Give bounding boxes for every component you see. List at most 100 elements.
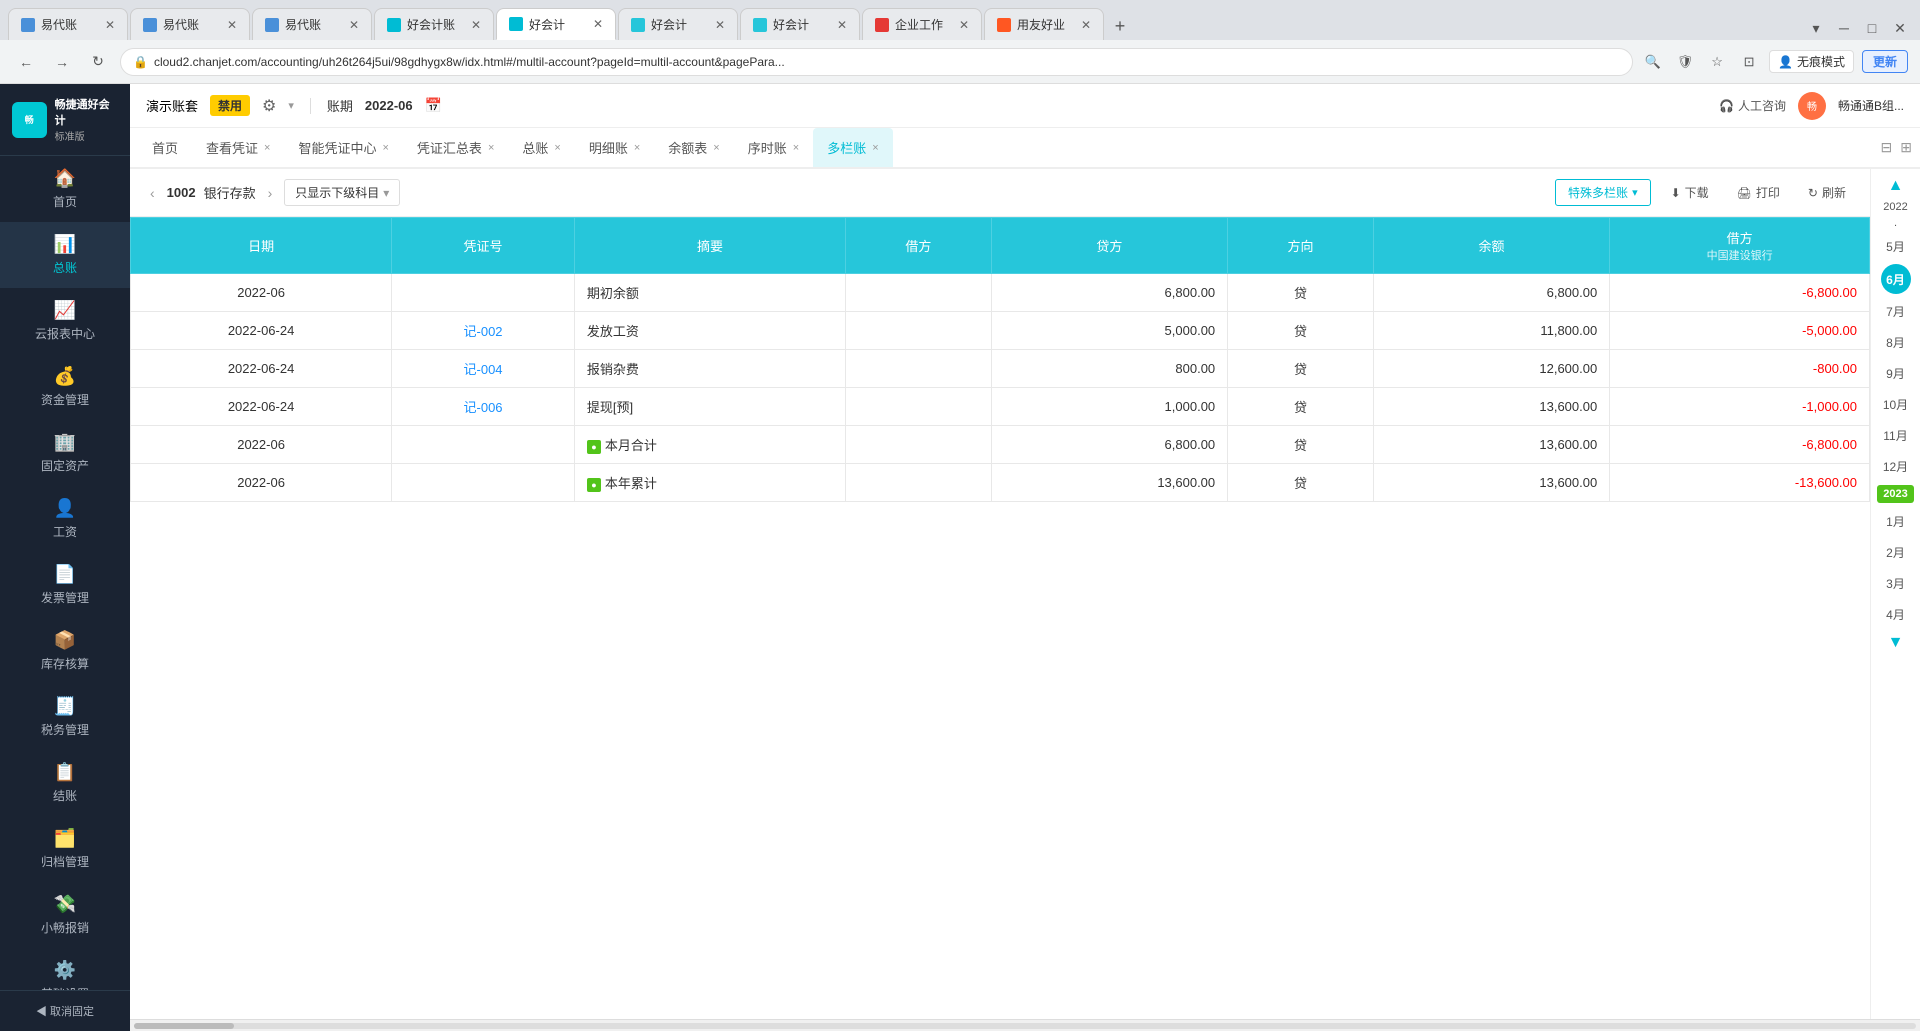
tab-voucher-summary[interactable]: 凭证汇总表 × [403, 128, 508, 169]
new-tab-button[interactable]: + [1106, 12, 1134, 40]
tab-close-1[interactable]: ✕ [227, 18, 237, 32]
tab-3[interactable]: 好会计账 ✕ [374, 8, 494, 40]
tab-general-ledger[interactable]: 总账 × [508, 128, 574, 169]
sidebar-item-tax[interactable]: 🧾 税务管理 [0, 684, 130, 750]
shield-icon[interactable]: 🛡 [1673, 50, 1697, 74]
sidebar-item-reports[interactable]: 📈 云报表中心 [0, 288, 130, 354]
tab-multi-column[interactable]: 多栏账 × [813, 128, 892, 169]
month-2-2023[interactable]: 2月 [1875, 538, 1917, 567]
sidebar-item-ledger[interactable]: 📊 总账 [0, 222, 130, 288]
demo-badge[interactable]: 禁用 [210, 95, 250, 116]
tab-1[interactable]: 易代账 ✕ [130, 8, 250, 40]
tab-detail-ledger[interactable]: 明细账 × [575, 128, 654, 169]
tab-close-6[interactable]: ✕ [837, 18, 847, 32]
tab-close-4[interactable]: ✕ [593, 17, 603, 31]
forward-button[interactable]: → [48, 48, 76, 76]
tab-voucher-view-close[interactable]: × [264, 142, 270, 154]
minimize-button[interactable]: ─ [1832, 16, 1856, 40]
sidebar-item-invoice[interactable]: 📄 发票管理 [0, 552, 130, 618]
tab-close-3[interactable]: ✕ [471, 18, 481, 32]
month-9[interactable]: 9月 [1875, 359, 1917, 388]
url-bar[interactable]: 🔒 cloud2.chanjet.com/accounting/uh26t264… [120, 48, 1633, 76]
table-row[interactable]: 2022-06 ●本月合计 6,800.00 贷 13,600.00 -6,80… [131, 426, 1870, 464]
sidebar-item-settings[interactable]: ⚙️ 基础设置 [0, 948, 130, 990]
special-multicolumn-button[interactable]: 特殊多栏账 ▾ [1555, 179, 1651, 206]
tab-close-5[interactable]: ✕ [715, 18, 725, 32]
scroll-thumb[interactable] [134, 1023, 234, 1029]
collapse-icon[interactable]: ⊟ [1877, 135, 1897, 160]
month-7[interactable]: 7月 [1875, 297, 1917, 326]
tab-close-7[interactable]: ✕ [959, 18, 969, 32]
tab-7[interactable]: 企业工作 ✕ [862, 8, 982, 40]
sidebar-item-payroll[interactable]: 👤 工资 [0, 486, 130, 552]
table-row[interactable]: 2022-06-24 记-002 发放工资 5,000.00 贷 11,800.… [131, 312, 1870, 350]
bottom-scrollbar[interactable] [130, 1019, 1920, 1031]
prev-account-button[interactable]: ‹ [146, 183, 159, 203]
month-scroll-up-button[interactable]: ▲ [1871, 173, 1920, 199]
tab-detail-ledger-close[interactable]: × [634, 142, 640, 154]
table-row[interactable]: 2022-06-24 记-004 报销杂费 800.00 贷 12,600.00… [131, 350, 1870, 388]
tab-voucher-view[interactable]: 查看凭证 × [192, 128, 284, 169]
refresh-button[interactable]: ↻ 刷新 [1800, 180, 1854, 205]
calendar-icon[interactable]: 📅 [425, 97, 442, 114]
tab-sequence-ledger[interactable]: 序时账 × [734, 128, 813, 169]
gear-icon[interactable]: ⚙ [262, 96, 276, 116]
tab-4[interactable]: 好会计 ✕ [496, 8, 616, 40]
sidebar-item-expense[interactable]: 💸 小畅报销 [0, 882, 130, 948]
tab-5[interactable]: 好会计 ✕ [618, 8, 738, 40]
sidebar-item-funds[interactable]: 💰 资金管理 [0, 354, 130, 420]
tab-list-button[interactable]: ▾ [1804, 16, 1828, 40]
tab-6[interactable]: 好会计 ✕ [740, 8, 860, 40]
month-12[interactable]: 12月 [1875, 452, 1917, 481]
month-10[interactable]: 10月 [1875, 390, 1917, 419]
table-row[interactable]: 2022-06 ●本年累计 13,600.00 贷 13,600.00 -13,… [131, 464, 1870, 502]
voucher-link[interactable]: 记-002 [464, 324, 503, 339]
star-icon[interactable]: ☆ [1705, 50, 1729, 74]
tab-home[interactable]: 首页 [138, 128, 192, 169]
sidebar-item-assets[interactable]: 🏢 固定资产 [0, 420, 130, 486]
update-button[interactable]: 更新 [1862, 50, 1908, 73]
month-11[interactable]: 11月 [1875, 421, 1917, 450]
month-4-2023[interactable]: 4月 [1875, 600, 1917, 629]
consult-button[interactable]: 🎧 人工咨询 [1719, 97, 1786, 114]
search-icon[interactable]: 🔍 [1641, 50, 1665, 74]
sidebar-item-inventory[interactable]: 📦 库存核算 [0, 618, 130, 684]
expand-icon[interactable]: ⊞ [1900, 139, 1912, 156]
tab-2[interactable]: 易代账 ✕ [252, 8, 372, 40]
incognito-button[interactable]: 👤 无痕模式 [1769, 50, 1854, 73]
close-window-button[interactable]: ✕ [1888, 16, 1912, 40]
download-button[interactable]: ⬇ 下载 [1663, 180, 1717, 205]
month-5[interactable]: 5月 [1875, 232, 1917, 261]
tab-balance-table[interactable]: 余额表 × [654, 128, 733, 169]
month-6[interactable]: 6月 [1881, 264, 1911, 294]
voucher-link[interactable]: 记-006 [464, 400, 503, 415]
month-scroll-down-button[interactable]: ▼ [1871, 630, 1920, 656]
reload-button[interactable]: ↻ [84, 48, 112, 76]
tab-close-2[interactable]: ✕ [349, 18, 359, 32]
back-button[interactable]: ← [12, 48, 40, 76]
voucher-link[interactable]: 记-004 [464, 362, 503, 377]
tab-sequence-ledger-close[interactable]: × [793, 142, 799, 154]
maximize-button[interactable]: □ [1860, 16, 1884, 40]
sidebar-item-archive[interactable]: 🗂️ 归档管理 [0, 816, 130, 882]
sidebar-item-home[interactable]: 🏠 首页 [0, 156, 130, 222]
table-row[interactable]: 2022-06 期初余额 6,800.00 贷 6,800.00 -6,800.… [131, 274, 1870, 312]
month-1-2023[interactable]: 1月 [1875, 507, 1917, 536]
month-3-2023[interactable]: 3月 [1875, 569, 1917, 598]
tab-balance-table-close[interactable]: × [713, 142, 719, 154]
tab-voucher-summary-close[interactable]: × [488, 142, 494, 154]
tab-multi-column-close[interactable]: × [872, 142, 878, 154]
tab-close-8[interactable]: ✕ [1081, 18, 1091, 32]
print-button[interactable]: 🖨 打印 [1729, 180, 1788, 205]
tab-close-0[interactable]: ✕ [105, 18, 115, 32]
unpin-button[interactable]: ◀ 取消固定 [8, 1003, 122, 1019]
tab-8[interactable]: 用友好业 ✕ [984, 8, 1104, 40]
table-row[interactable]: 2022-06-24 记-006 提现[预] 1,000.00 贷 13,600… [131, 388, 1870, 426]
tab-0[interactable]: 易代账 ✕ [8, 8, 128, 40]
screen-split-icon[interactable]: ⊡ [1737, 50, 1761, 74]
chevron-down-icon[interactable]: ▾ [288, 99, 294, 112]
month-8[interactable]: 8月 [1875, 328, 1917, 357]
tab-smart-voucher-close[interactable]: × [382, 142, 388, 154]
sidebar-item-close[interactable]: 📋 结账 [0, 750, 130, 816]
filter-select[interactable]: 只显示下级科目 ▾ [284, 179, 400, 206]
